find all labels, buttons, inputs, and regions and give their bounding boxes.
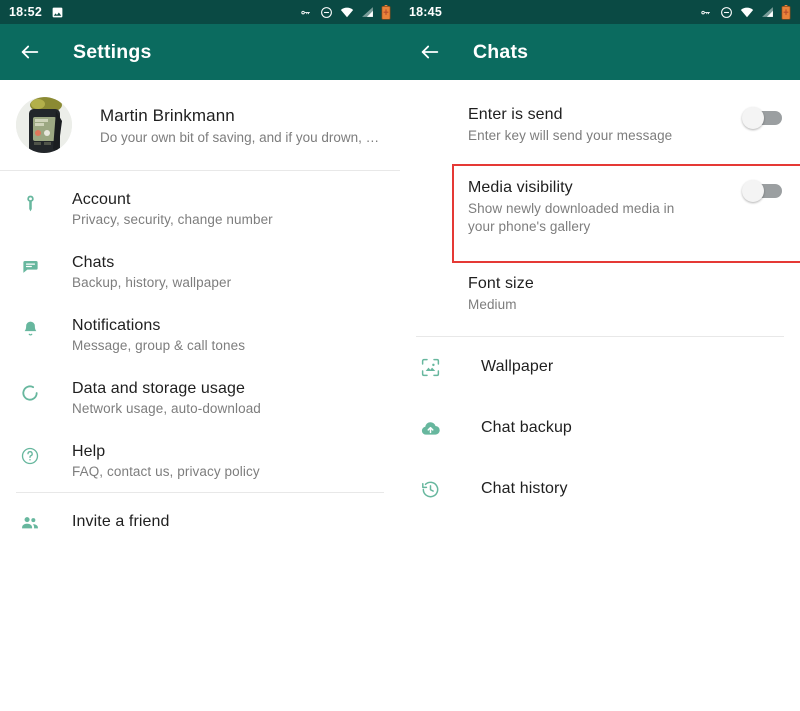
people-icon (16, 510, 44, 533)
sidebar-item-subtitle: FAQ, contact us, privacy policy (72, 464, 260, 479)
row-text: Notifications Message, group & call tone… (72, 317, 245, 353)
image-icon (52, 7, 63, 17)
setting-enter-is-send[interactable]: Enter is send Enter key will send your m… (400, 92, 800, 159)
setting-description: Enter key will send your message (468, 128, 673, 143)
setting-text: Media visibility Show newly downloaded m… (468, 179, 746, 236)
chats-settings-list: Enter is send Enter key will send your m… (400, 80, 800, 520)
profile-text: Martin Brinkmann Do your own bit of savi… (100, 106, 384, 145)
do-not-disturb-icon (321, 6, 332, 18)
sidebar-item-subtitle: Message, group & call tones (72, 338, 246, 353)
key-icon (16, 191, 44, 213)
chats-item-label: Wallpaper (481, 358, 554, 376)
sidebar-item-invite-friend[interactable]: Invite a friend (0, 493, 400, 550)
setting-label: Font size (468, 274, 534, 292)
do-not-disturb-icon (721, 6, 732, 18)
settings-list: Account Privacy, security, change number… (0, 171, 400, 550)
row-text: Chats Backup, history, wallpaper (72, 254, 231, 290)
profile-row[interactable]: Martin Brinkmann Do your own bit of savi… (0, 80, 400, 170)
status-notification-icons (51, 6, 64, 19)
status-time: 18:52 (9, 5, 42, 19)
profile-status: Do your own bit of saving, and if you dr… (100, 129, 384, 145)
page-title: Settings (73, 40, 152, 63)
sidebar-item-subtitle: Privacy, security, change number (72, 212, 273, 227)
app-bar-settings: Settings (0, 24, 400, 80)
sidebar-item-account[interactable]: Account Privacy, security, change number (0, 177, 400, 240)
avatar[interactable] (16, 97, 72, 153)
sidebar-item-subtitle: Backup, history, wallpaper (72, 275, 232, 290)
sidebar-item-help[interactable]: Help FAQ, contact us, privacy policy (0, 429, 400, 492)
wifi-icon (340, 7, 354, 18)
toggle-knob (742, 107, 764, 129)
setting-media-visibility[interactable]: Media visibility Show newly downloaded m… (400, 159, 800, 256)
image-frame-icon (416, 357, 444, 378)
settings-panel: 18:52 Settings Martin Brinkmann Do your … (0, 0, 400, 711)
cell-signal-icon (762, 7, 773, 17)
key-icon (701, 10, 710, 15)
setting-label: Media visibility (468, 179, 573, 197)
sidebar-item-label: Data and storage usage (72, 380, 245, 397)
enter-is-send-toggle[interactable] (742, 107, 782, 129)
row-text: Help FAQ, contact us, privacy policy (72, 443, 260, 479)
sidebar-item-subtitle: Network usage, auto-download (72, 401, 261, 416)
back-arrow-icon[interactable] (16, 38, 44, 66)
sidebar-item-label: Account (72, 191, 131, 208)
status-time: 18:45 (409, 5, 442, 19)
sidebar-item-label: Chats (72, 254, 115, 271)
key-icon (301, 10, 310, 15)
setting-description: Show newly downloaded media in your phon… (468, 201, 675, 235)
row-text: Invite a friend (72, 513, 170, 531)
dual-screenshot: 18:52 Settings Martin Brinkmann Do your … (0, 0, 800, 711)
setting-text: Enter is send Enter key will send your m… (468, 106, 746, 145)
cell-signal-icon (362, 7, 373, 17)
sidebar-item-label: Notifications (72, 317, 161, 334)
setting-value: Medium (468, 296, 517, 312)
sidebar-item-notifications[interactable]: Notifications Message, group & call tone… (0, 303, 400, 366)
avatar-photo (16, 97, 72, 153)
chats-panel: 18:45 Chats Enter is send Enter key will… (400, 0, 800, 711)
chat-bubble-icon (16, 254, 44, 276)
media-visibility-wrapper: Media visibility Show newly downloaded m… (400, 159, 800, 263)
sidebar-item-label: Help (72, 443, 106, 460)
chats-item-label: Chat history (481, 480, 568, 498)
status-system-icons (299, 4, 391, 20)
status-bar-right: 18:45 (400, 0, 800, 24)
setting-text: Font size Medium (468, 275, 782, 314)
toggle-knob (742, 180, 764, 203)
data-usage-icon (16, 380, 44, 403)
media-visibility-toggle[interactable] (742, 180, 782, 203)
help-circle-icon (16, 443, 44, 466)
row-text: Data and storage usage Network usage, au… (72, 380, 261, 416)
row-text: Account Privacy, security, change number (72, 191, 273, 227)
page-title: Chats (473, 40, 529, 63)
sidebar-item-chats[interactable]: Chats Backup, history, wallpaper (0, 240, 400, 303)
sidebar-item-data-storage[interactable]: Data and storage usage Network usage, au… (0, 366, 400, 429)
setting-font-size[interactable]: Font size Medium (400, 257, 800, 336)
chats-item-chat-backup[interactable]: Chat backup (400, 398, 800, 459)
bell-icon (16, 317, 44, 339)
status-bar-left: 18:52 (0, 0, 400, 24)
app-bar-chats: Chats (400, 24, 800, 80)
wifi-icon (740, 7, 754, 18)
chats-item-label: Chat backup (481, 419, 572, 437)
sidebar-item-label: Invite a friend (72, 512, 170, 530)
setting-label: Enter is send (468, 106, 563, 123)
battery-icon (381, 4, 391, 20)
back-arrow-icon[interactable] (416, 38, 444, 66)
cloud-upload-icon (416, 418, 444, 439)
chats-item-chat-history[interactable]: Chat history (400, 459, 800, 520)
history-clock-icon (416, 479, 444, 500)
status-system-icons (699, 4, 791, 20)
profile-name: Martin Brinkmann (100, 105, 235, 125)
chats-item-wallpaper[interactable]: Wallpaper (400, 337, 800, 398)
battery-icon (781, 4, 791, 20)
